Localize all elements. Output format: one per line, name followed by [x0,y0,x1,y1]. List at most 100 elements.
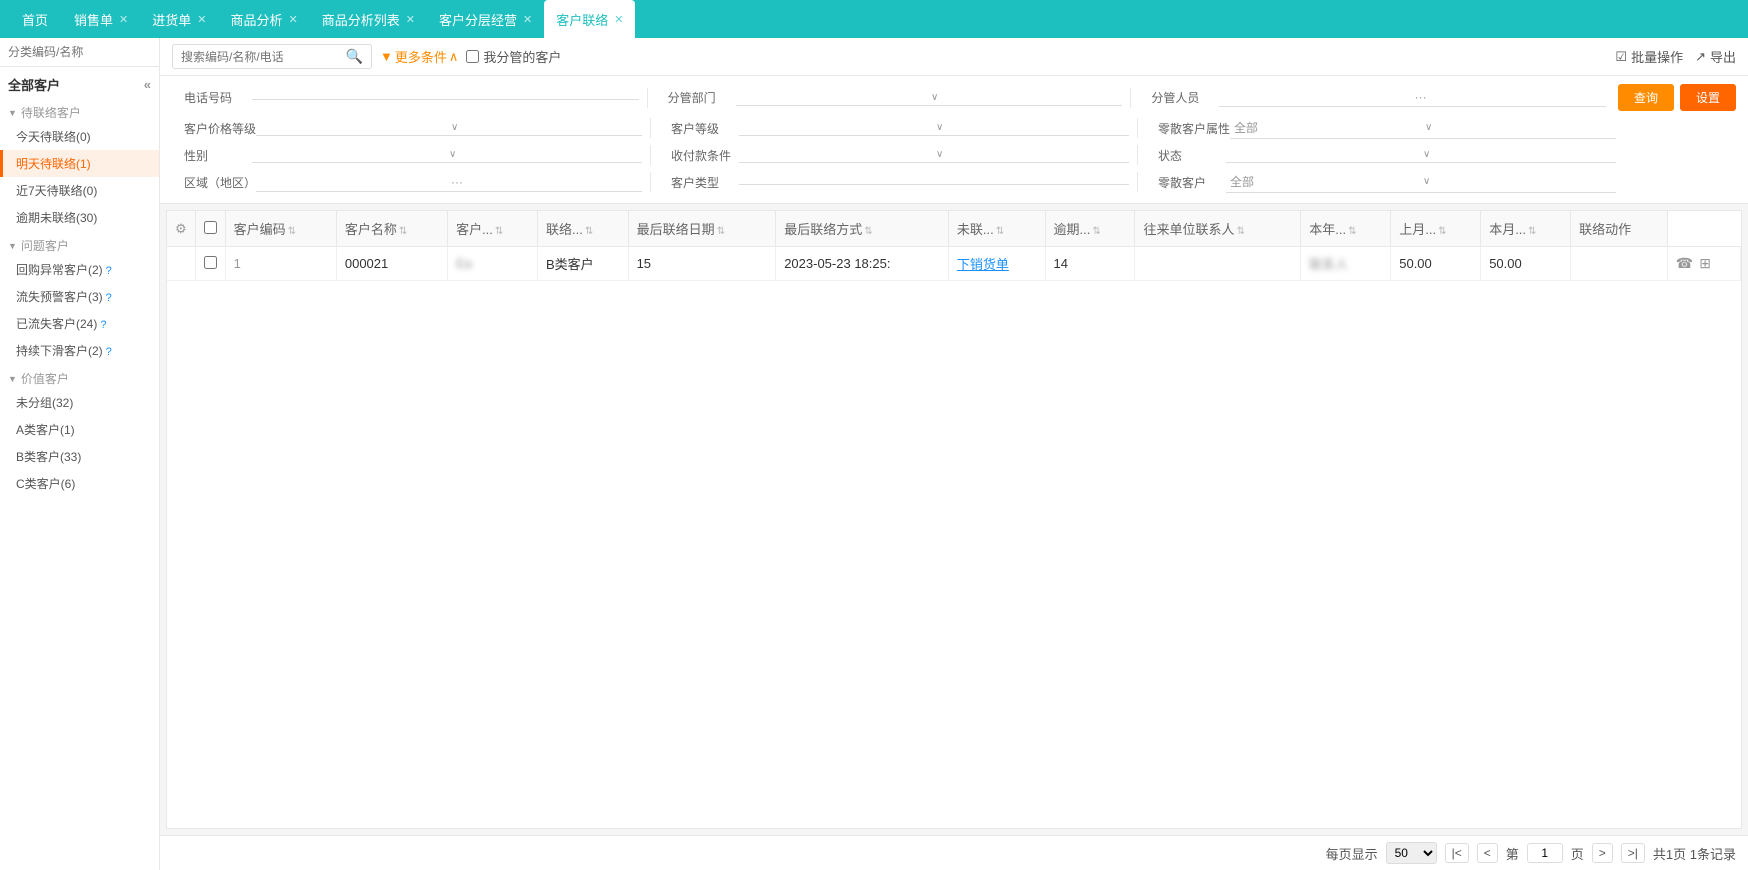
search-input-wrap: 🔍 [172,44,372,69]
sidebar-item[interactable]: 持续下滑客户(2)? [0,337,159,364]
row-last-contact-date: 2023-05-23 18:25: [776,247,949,281]
info-icon: ? [106,346,112,358]
sidebar-item[interactable]: 已流失客户(24)? [0,310,159,337]
content-area: 🔍 ▼ 更多条件 ∧ 我分管的客户 ☑ 批量操作 ↗ 导出 [160,38,1748,870]
filter-phone-label: 电话号码 [172,89,252,106]
action-call-icon[interactable]: ☎ [1676,255,1693,272]
row-this-month [1571,247,1668,281]
per-page-label: 每页显示 [1326,844,1378,863]
sidebar-item[interactable]: C类客户(6) [0,470,159,497]
sidebar-group-label[interactable]: 待联络客户 [0,98,159,123]
sidebar-item[interactable]: 逾期未联络(30) [0,204,159,231]
tab-close-icon[interactable]: ✕ [119,13,128,26]
nav-tab[interactable]: 销售单✕ [62,0,140,38]
col-settings[interactable]: ⚙ [167,211,195,247]
search-bar-right: ☑ 批量操作 ↗ 导出 [1615,47,1736,66]
row-contact-person: 联系人 [1301,247,1391,281]
tab-close-icon[interactable]: ✕ [523,13,532,26]
nav-home[interactable]: 首页 [8,0,62,38]
filter-region: 区域（地区） ··· [172,173,642,192]
bulk-ops-btn[interactable]: ☑ 批量操作 [1615,47,1683,66]
filter-divider-6 [1137,145,1138,165]
sidebar-group-label[interactable]: 价值客户 [0,364,159,389]
sidebar-item[interactable]: 近7天待联络(0) [0,177,159,204]
filter-divider-2 [1130,88,1131,108]
top-nav: 首页 销售单✕进货单✕商品分析✕商品分析列表✕客户分层经营✕客户联络✕ [0,0,1748,38]
all-customers-label: 全部客户 [8,75,60,94]
my-customers-label: 我分管的客户 [483,47,561,66]
sidebar-search-input[interactable] [8,45,160,59]
page-label: 第 [1506,844,1519,863]
export-btn[interactable]: ↗ 导出 [1695,47,1736,66]
tab-close-icon[interactable]: ✕ [289,13,298,26]
last-page-btn[interactable]: >| [1621,843,1645,863]
nav-tab[interactable]: 客户联络✕ [544,0,635,38]
sidebar-item[interactable]: B类客户(33) [0,443,159,470]
all-customers-header[interactable]: 全部客户 « [0,67,159,98]
search-input[interactable] [181,50,346,64]
tab-close-icon[interactable]: ✕ [197,13,206,26]
filter-divider-7 [650,172,651,192]
col-this-year: 本年...⇅ [1301,211,1391,247]
filter-manager-label: 分管人员 [1139,89,1219,106]
row-overdue [1135,247,1301,281]
tab-close-icon[interactable]: ✕ [614,13,623,26]
sidebar-group-label[interactable]: 问题客户 [0,231,159,256]
filter-divider-3 [650,118,651,138]
table-header-row: ⚙ 客户编码⇅ 客户名称⇅ 客户...⇅ 联络...⇅ 最后联络日期⇅ 最后联络… [167,211,1741,247]
nav-tab[interactable]: 商品分析✕ [218,0,309,38]
row-last-month: 50.00 [1481,247,1571,281]
sidebar-search-wrap: 🔍 [0,38,159,67]
col-action: 联络动作 [1571,211,1668,247]
filter-divider-5 [650,145,651,165]
page-input[interactable] [1527,843,1563,863]
filter-status: 状态 ∨ [1146,147,1616,164]
nav-home-label: 首页 [22,10,48,29]
search-submit-icon[interactable]: 🔍 [346,48,363,65]
checkbox-icon: ☑ [1615,49,1627,65]
filter-payment: 收付款条件 ∨ [659,147,1129,164]
filter-btn[interactable]: ▼ 更多条件 ∧ [380,47,458,66]
first-page-btn[interactable]: |< [1445,843,1469,863]
prev-page-btn[interactable]: < [1477,843,1498,863]
col-customer-type: 客户...⇅ [448,211,538,247]
nav-tab[interactable]: 客户分层经营✕ [427,0,544,38]
col-checkbox [195,211,225,247]
col-last-contact-date: 最后联络日期⇅ [628,211,776,247]
sidebar-item[interactable]: 未分组(32) [0,389,159,416]
col-contact-person: 往来单位联系人⇅ [1135,211,1301,247]
query-btn[interactable]: 查询 [1618,84,1674,111]
main-layout: 🔍 全部客户 « 待联络客户今天待联络(0)明天待联络(1)近7天待联络(0)逾… [0,38,1748,870]
row-code: 000021 [336,247,447,281]
row-this-year: 50.00 [1391,247,1481,281]
page-suffix: 页 [1571,844,1584,863]
filter-manager: 分管人员 ··· [1139,88,1606,107]
sidebar-item[interactable]: 今天待联络(0) [0,123,159,150]
filter-btn-label: 更多条件 [395,47,447,66]
per-page-select[interactable]: 50 100 200 [1386,842,1437,864]
nav-tab[interactable]: 商品分析列表✕ [310,0,427,38]
filter-price-level: 客户价格等级 ∨ [172,120,642,137]
col-customer-code: 客户编码⇅ [225,211,336,247]
next-page-btn[interactable]: > [1592,843,1613,863]
nav-tab[interactable]: 进货单✕ [140,0,218,38]
filter-retail-attr: 零散客户属性 全部 ∨ [1146,117,1616,139]
sidebar-item[interactable]: A类客户(1) [0,416,159,443]
collapse-icon[interactable]: « [144,77,151,92]
sidebar-item[interactable]: 回购异常客户(2)? [0,256,159,283]
col-last-month: 上月...⇅ [1391,211,1481,247]
my-customers-checkbox[interactable] [466,50,479,63]
row-last-contact-method: 下销货单 [948,247,1045,281]
sidebar-item[interactable]: 流失预警客户(3)? [0,283,159,310]
set-btn[interactable]: 设置 [1680,84,1736,111]
select-all-checkbox[interactable] [204,221,217,234]
action-more-icon[interactable]: ⊞ [1699,255,1711,272]
filter-row-1: 电话号码 分管部门 ∨ 分管人员 [172,84,1736,111]
contact-method-link[interactable]: 下销货单 [957,257,1009,272]
filter-divider-4 [1137,118,1138,138]
filter-retail-attr-label: 零散客户属性 [1146,120,1230,137]
row-checkbox[interactable] [204,256,217,269]
filter-customer-level-label: 客户等级 [659,120,739,137]
sidebar-item[interactable]: 明天待联络(1) [0,150,159,177]
tab-close-icon[interactable]: ✕ [406,13,415,26]
